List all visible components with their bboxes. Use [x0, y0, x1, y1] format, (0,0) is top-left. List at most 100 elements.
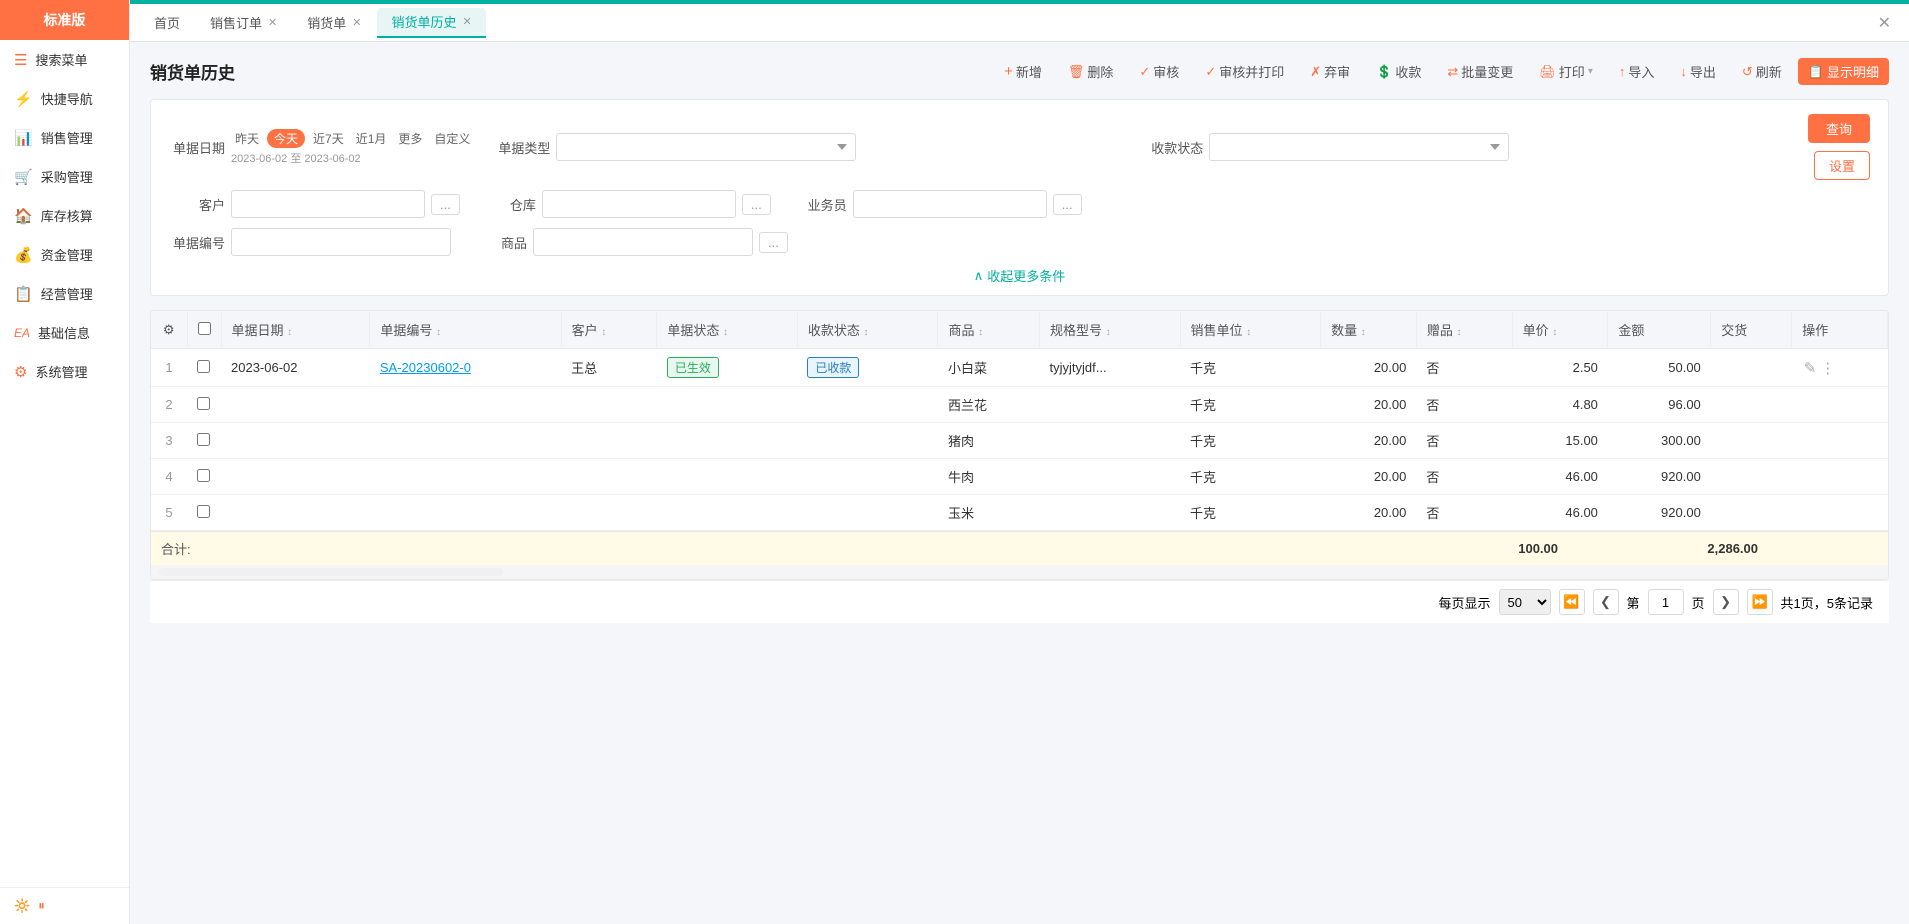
order-no-input[interactable] [231, 228, 451, 256]
bottom-icon-2[interactable]: ⏸ [38, 898, 45, 914]
goods-input[interactable] [533, 228, 753, 256]
col-customer[interactable]: 客户 ↕ [561, 311, 657, 349]
date-tab-1month[interactable]: 近1月 [352, 129, 391, 148]
col-settings[interactable]: ⚙ [151, 311, 187, 349]
warehouse-input[interactable] [542, 190, 736, 218]
row-checkbox[interactable] [197, 360, 210, 373]
cell-qty: 20.00 [1321, 387, 1417, 423]
cell-row-num: 4 [151, 459, 187, 495]
table-header-row: ⚙ 单据日期 ↕ 单据编号 ↕ 客户 ↕ [151, 311, 1888, 349]
goods-ellipsis[interactable]: ... [759, 232, 788, 253]
last-page-button[interactable]: ⏩ [1747, 589, 1773, 615]
col-goods[interactable]: 商品 ↕ [938, 311, 1040, 349]
batch-change-button[interactable]: ⇄ 批量变更 [1437, 58, 1523, 85]
print-label: 打印 [1559, 62, 1585, 81]
delete-button[interactable]: 🗑 删除 [1058, 58, 1124, 85]
col-unit[interactable]: 销售单位 ↕ [1180, 311, 1321, 349]
cell-checkbox[interactable] [187, 495, 221, 531]
horizontal-scrollbar[interactable] [159, 568, 503, 576]
customer-label: 客户 [169, 195, 225, 214]
show-detail-button[interactable]: 📋 显示明细 [1798, 58, 1889, 85]
review-print-button[interactable]: ✓ 审核并打印 [1195, 58, 1294, 85]
tab-bar-close[interactable]: ✕ [1870, 13, 1899, 33]
order-no-link[interactable]: SA-20230602-0 [380, 360, 471, 375]
sidebar-item-label: 资金管理 [41, 245, 93, 264]
row-checkbox[interactable] [197, 397, 210, 410]
collapse-button[interactable]: ∧ 收起更多条件 [169, 266, 1870, 285]
cell-action: ✎⋮ [1792, 349, 1888, 387]
date-tab-today[interactable]: 今天 [267, 129, 305, 148]
customer-ellipsis[interactable]: ... [431, 194, 460, 215]
tab-sales-order[interactable]: 销售订单 ✕ [196, 8, 291, 38]
sidebar-item-basic-info[interactable]: EA 基础信息 [0, 313, 129, 352]
sidebar-item-search-menu[interactable]: ☰ 搜索菜单 [0, 40, 129, 79]
sidebar-item-sys-mgmt[interactable]: ⚙ 系统管理 [0, 352, 129, 391]
tab-sales-order-close[interactable]: ✕ [268, 16, 277, 29]
goods-label: 商品 [471, 233, 527, 252]
tab-sales-history[interactable]: 销货单历史 ✕ [377, 8, 485, 38]
tab-sales-goods-close[interactable]: ✕ [352, 16, 361, 29]
edit-action-icon[interactable]: ✎ [1804, 360, 1817, 377]
col-order-status[interactable]: 单据状态 ↕ [657, 311, 798, 349]
col-price[interactable]: 单价 ↕ [1512, 311, 1608, 349]
col-spec[interactable]: 规格型号 ↕ [1040, 311, 1181, 349]
date-tab-more[interactable]: 更多 [394, 129, 426, 148]
tab-sales-goods[interactable]: 销货单 ✕ [293, 8, 375, 38]
staff-ellipsis[interactable]: ... [1053, 194, 1082, 215]
page-number-input[interactable] [1648, 589, 1684, 615]
import-button[interactable]: ↑ 导入 [1609, 58, 1665, 85]
cell-goods: 牛肉 [938, 459, 1040, 495]
col-checkbox [187, 311, 221, 349]
per-page-select[interactable]: 50 20 100 [1499, 589, 1551, 615]
prev-page-button[interactable]: ❮ [1593, 589, 1619, 615]
tab-home[interactable]: 首页 [140, 8, 194, 38]
horizontal-scrollbar-area[interactable] [151, 565, 1888, 579]
sidebar-logo: 标准版 [0, 0, 129, 40]
row-checkbox[interactable] [197, 469, 210, 482]
table-footer: 合计: 100.00 2,286.00 [151, 531, 1888, 565]
export-icon: ↓ [1680, 64, 1687, 79]
cell-checkbox[interactable] [187, 423, 221, 459]
cell-checkbox[interactable] [187, 387, 221, 423]
col-gift[interactable]: 赠品 ↕ [1416, 311, 1512, 349]
query-button[interactable]: 查询 [1808, 114, 1870, 143]
staff-input[interactable] [853, 190, 1047, 218]
row-checkbox[interactable] [197, 433, 210, 446]
first-page-button[interactable]: ⏪ [1559, 589, 1585, 615]
collect-button[interactable]: 💲 收款 [1366, 58, 1431, 85]
customer-input[interactable] [231, 190, 425, 218]
cell-checkbox[interactable] [187, 349, 221, 387]
sidebar-item-operations[interactable]: 📋 经营管理 [0, 274, 129, 313]
sidebar-item-finance[interactable]: 💰 资金管理 [0, 235, 129, 274]
bottom-icon-1[interactable]: 🔆 [14, 898, 30, 914]
col-qty[interactable]: 数量 ↕ [1321, 311, 1417, 349]
sidebar-item-inventory[interactable]: 🏠 库存核算 [0, 196, 129, 235]
warehouse-ellipsis[interactable]: ... [742, 194, 771, 215]
more-action-icon[interactable]: ⋮ [1820, 360, 1835, 377]
date-tab-custom[interactable]: 自定义 [430, 129, 474, 148]
date-tab-yesterday[interactable]: 昨天 [231, 129, 263, 148]
refresh-button[interactable]: ↺ 刷新 [1732, 58, 1792, 85]
select-all-checkbox[interactable] [198, 322, 211, 335]
export-button[interactable]: ↓ 导出 [1670, 58, 1726, 85]
type-select[interactable] [556, 133, 856, 161]
next-page-button[interactable]: ❯ [1713, 589, 1739, 615]
set-button[interactable]: 设置 [1814, 151, 1870, 180]
col-order-no[interactable]: 单据编号 ↕ [370, 311, 561, 349]
col-payment-status[interactable]: 收款状态 ↕ [797, 311, 938, 349]
abandon-button[interactable]: ✗ 弃审 [1300, 58, 1360, 85]
print-button[interactable]: 🖨 打印 ▾ [1529, 58, 1603, 85]
sidebar-item-purchase-mgmt[interactable]: 🛒 采购管理 [0, 157, 129, 196]
cell-goods: 小白菜 [938, 349, 1040, 387]
date-tab-7days[interactable]: 近7天 [309, 129, 348, 148]
sidebar-item-sales-mgmt[interactable]: 📊 销售管理 [0, 118, 129, 157]
cell-checkbox[interactable] [187, 459, 221, 495]
payment-select[interactable] [1209, 133, 1509, 161]
review-button[interactable]: ✓ 审核 [1129, 58, 1189, 85]
row-checkbox[interactable] [197, 505, 210, 518]
new-button[interactable]: + 新增 [994, 58, 1052, 85]
sidebar-item-quick-nav[interactable]: ⚡ 快捷导航 [0, 79, 129, 118]
col-goods-label: 商品 [948, 323, 974, 338]
tab-sales-history-close[interactable]: ✕ [463, 15, 472, 28]
col-date[interactable]: 单据日期 ↕ [221, 311, 370, 349]
